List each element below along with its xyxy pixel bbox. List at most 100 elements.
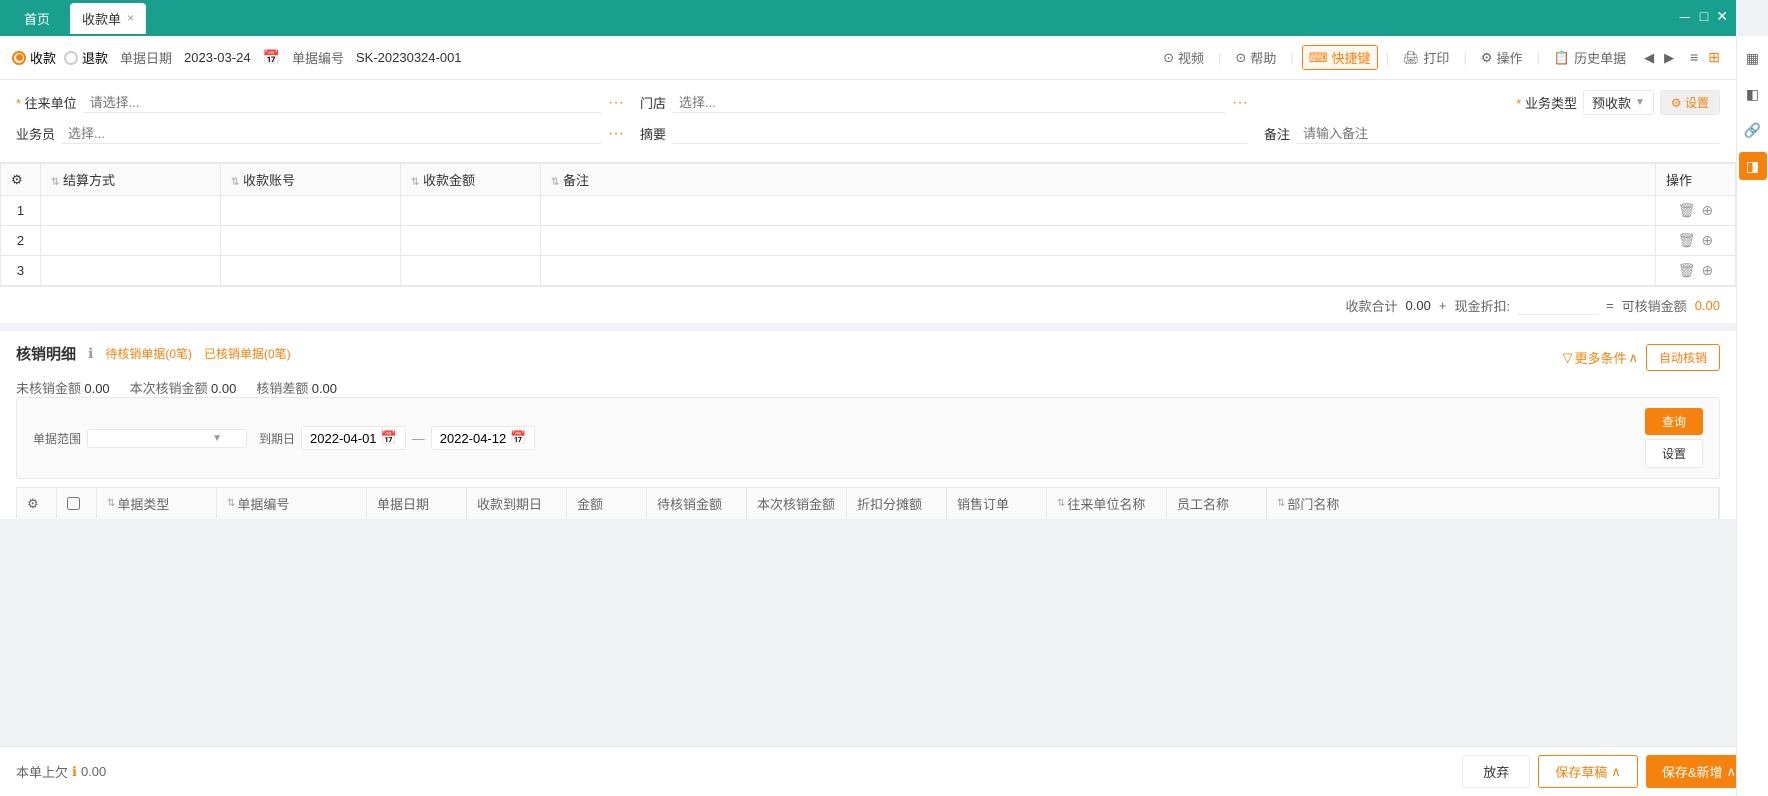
shortcuts-btn[interactable]: ⌨ 快捷键 <box>1302 45 1378 70</box>
filter-date-to[interactable]: 2022-04-12 📅 <box>431 426 536 450</box>
row-shoukuan-2[interactable] <box>221 226 401 256</box>
calendar-icon[interactable]: 📅 <box>263 49 280 66</box>
sort-icon3: ⇅ <box>411 177 419 188</box>
history-icon: 📋 <box>1554 50 1570 66</box>
row-jine-3[interactable] <box>401 256 541 286</box>
radio-shoukuan[interactable]: 收款 <box>12 48 56 67</box>
field-biz-type: 业务类型 预收款 ▼ ⚙ 设置 <box>1264 90 1720 115</box>
toolbar: 收款 退款 单据日期 2023-03-24 📅 单据编号 SK-20230324… <box>0 36 1736 80</box>
date-to-value: 2022-04-12 <box>440 431 507 446</box>
query-button[interactable]: 查询 <box>1645 408 1703 435</box>
copy-icon-1[interactable]: ⊕ <box>1702 202 1714 219</box>
minimize-icon[interactable]: － <box>1678 8 1692 28</box>
tab-home[interactable]: 首页 <box>8 3 66 34</box>
filter-range-select[interactable]: ▼ <box>87 429 247 448</box>
unit-input[interactable] <box>83 92 602 113</box>
discard-button[interactable]: 放弃 <box>1462 755 1530 788</box>
field-unit: 往来单位 ··· <box>16 92 624 113</box>
bottom-table-header: ⚙ ⇅ 单据类型 ⇅ 单据编号 单据日期 收款到期日 金额 <box>16 487 1720 519</box>
filter-range: 单据范围 ▼ <box>33 429 247 448</box>
remark-label: 备注 <box>1264 124 1290 143</box>
nav-right-icon[interactable]: ▶ <box>1660 48 1678 68</box>
ops-label: 操作 <box>1496 48 1522 67</box>
row-op-icons-3: 🗑 ⊕ <box>1666 262 1725 279</box>
row-jine-1[interactable] <box>401 196 541 226</box>
store-input[interactable] <box>672 92 1226 113</box>
right-sidebar: ▦ ◧ 🔗 ◨ <box>1736 36 1768 796</box>
sidebar-icon-2[interactable]: ◧ <box>1739 80 1767 108</box>
close-icon[interactable]: ✕ <box>1716 8 1728 28</box>
print-icon: 🖨 <box>1403 50 1420 66</box>
nav-arrows: ◀ ▶ <box>1640 48 1678 68</box>
available-label: 可核销金额 <box>1622 296 1687 315</box>
field-store: 门店 ··· <box>640 92 1248 113</box>
sidebar-icon-3[interactable]: 🔗 <box>1739 116 1767 144</box>
auto-hexiao-button[interactable]: 自动核销 <box>1646 344 1720 371</box>
this-cancel-stat: 本次核销金额 0.00 <box>130 378 237 397</box>
discount-input[interactable] <box>1518 295 1598 315</box>
hexiao-tab-pending[interactable]: 待核销单据(0笔) <box>105 345 192 362</box>
copy-icon-2[interactable]: ⊕ <box>1702 232 1714 249</box>
grid-view-icon[interactable]: ⊞ <box>1704 47 1724 68</box>
row-jiesuan-1[interactable] <box>41 196 221 226</box>
bth-type: ⇅ 单据类型 <box>97 488 217 519</box>
nav-left-icon[interactable]: ◀ <box>1640 48 1658 68</box>
toolbar-right: ⊙ 视频 | ⊙ 帮助 | ⌨ 快捷键 | 🖨 打印 | ⚙ 操作 <box>1157 45 1724 70</box>
col-settings-header[interactable]: ⚙ <box>1 164 41 196</box>
bth-settings[interactable]: ⚙ <box>17 488 57 519</box>
bth-pending: 待核销金额 <box>647 488 747 519</box>
salesman-input[interactable] <box>61 123 602 144</box>
tab-close-icon[interactable]: × <box>127 11 134 25</box>
help-label: 帮助 <box>1250 48 1276 67</box>
sort-icon: ⇅ <box>51 177 59 188</box>
more-conditions-label: 更多条件 <box>1574 348 1626 367</box>
biz-type-label: 业务类型 <box>1516 93 1577 112</box>
copy-icon-3[interactable]: ⊕ <box>1702 262 1714 279</box>
unit-more-icon[interactable]: ··· <box>608 94 624 112</box>
list-view-icon[interactable]: ≡ <box>1686 47 1702 68</box>
delete-icon-1[interactable]: 🗑 <box>1678 202 1696 219</box>
summary-input[interactable] <box>672 123 1248 144</box>
row-jine-2[interactable] <box>401 226 541 256</box>
sort-icon4: ⇅ <box>551 177 559 188</box>
delete-icon-2[interactable]: 🗑 <box>1678 232 1696 249</box>
maximize-icon[interactable]: □ <box>1700 8 1708 28</box>
biz-type-select[interactable]: 预收款 ▼ <box>1583 90 1654 115</box>
print-btn[interactable]: 🖨 打印 <box>1397 46 1456 69</box>
tab-shoukuan[interactable]: 收款单 × <box>70 3 146 34</box>
ops-btn[interactable]: ⚙ 操作 <box>1475 46 1529 69</box>
row-jiesuan-2[interactable] <box>41 226 221 256</box>
settings-button[interactable]: ⚙ 设置 <box>1660 90 1720 115</box>
row-shoukuan-1[interactable] <box>221 196 401 226</box>
hexiao-section: 核销明细 ℹ 待核销单据(0笔) 已核销单据(0笔) ▽ 更多条件 ∧ 自动核销… <box>0 331 1736 519</box>
store-more-icon[interactable]: ··· <box>1232 94 1248 112</box>
row-beizhu-2[interactable] <box>541 226 1656 256</box>
print-label: 打印 <box>1423 48 1449 67</box>
row-beizhu-1[interactable] <box>541 196 1656 226</box>
delete-icon-3[interactable]: 🗑 <box>1678 262 1696 279</box>
bth-checkbox-input[interactable] <box>67 497 80 510</box>
calendar-from-icon: 📅 <box>381 430 397 446</box>
save-draft-button[interactable]: 保存草稿 ∧ <box>1538 755 1638 788</box>
radio-tuidan-circle <box>64 51 78 65</box>
radio-tuidan[interactable]: 退款 <box>64 48 108 67</box>
row-beizhu-3[interactable] <box>541 256 1656 286</box>
video-btn[interactable]: ⊙ 视频 <box>1157 46 1210 69</box>
hexiao-tab-done[interactable]: 已核销单据(0笔) <box>204 345 291 362</box>
more-conditions-btn[interactable]: ▽ 更多条件 ∧ <box>1562 348 1638 367</box>
settings-button2[interactable]: 设置 <box>1645 439 1703 468</box>
row-shoukuan-3[interactable] <box>221 256 401 286</box>
salesman-more-icon[interactable]: ··· <box>608 125 624 143</box>
filter-date-from[interactable]: 2022-04-01 📅 <box>301 426 406 450</box>
help-btn[interactable]: ⊙ 帮助 <box>1229 46 1282 69</box>
hexiao-info-icon[interactable]: ℹ <box>88 345 93 362</box>
filter-due: 到期日 2022-04-01 📅 — 2022-04-12 📅 <box>259 426 535 450</box>
info-icon[interactable]: ℹ <box>72 764 77 780</box>
bth-checkbox[interactable] <box>57 488 97 519</box>
row-jiesuan-3[interactable] <box>41 256 221 286</box>
sidebar-icon-4[interactable]: ◨ <box>1739 152 1767 180</box>
history-btn[interactable]: 📋 历史单据 <box>1548 46 1632 69</box>
sidebar-icon-1[interactable]: ▦ <box>1739 44 1767 72</box>
remark-input[interactable] <box>1296 123 1720 144</box>
save-draft-label: 保存草稿 <box>1555 762 1607 781</box>
